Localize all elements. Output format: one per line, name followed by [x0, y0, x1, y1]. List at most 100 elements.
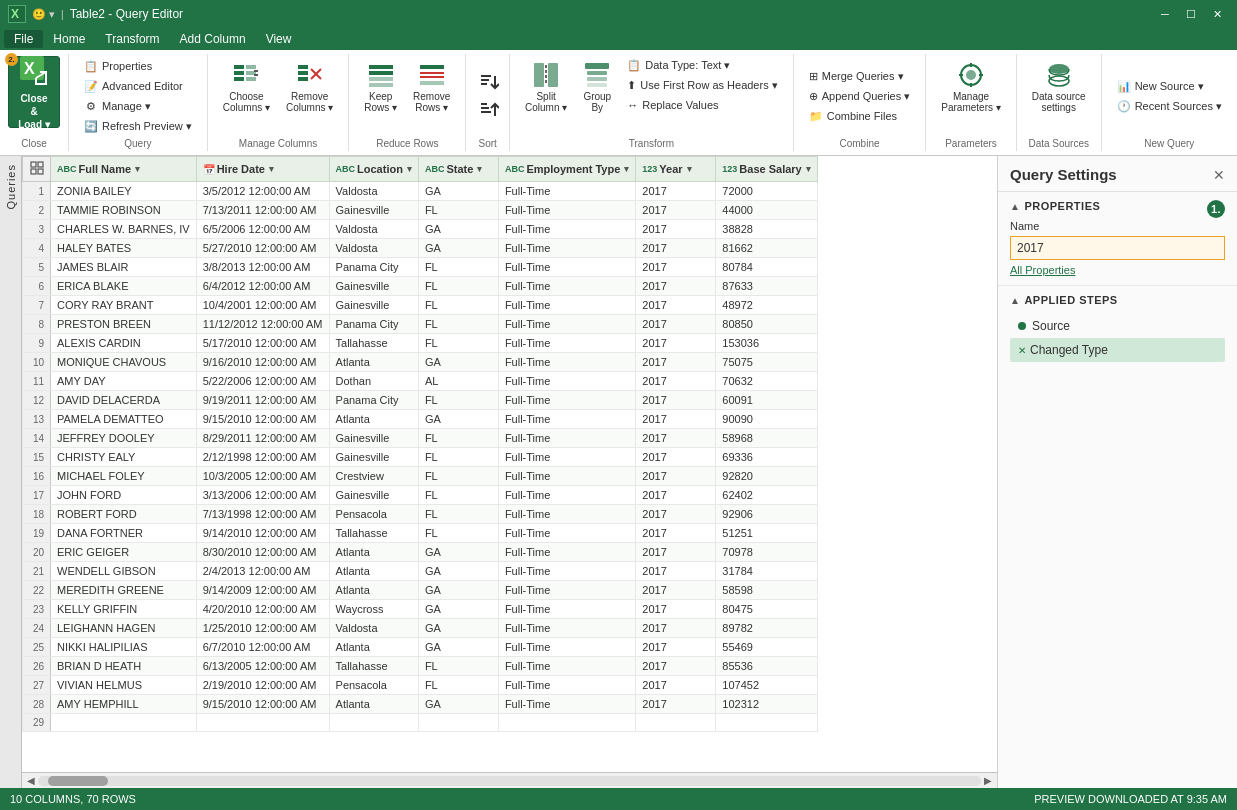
table-cell — [498, 714, 635, 732]
table-row[interactable]: 17JOHN FORD3/13/2006 12:00:00 AMGainesvi… — [23, 486, 818, 505]
col-header-employment-type[interactable]: ABC Employment Type ▾ — [498, 157, 635, 182]
table-row[interactable]: 21WENDELL GIBSON2/4/2013 12:00:00 AMAtla… — [23, 562, 818, 581]
table-row[interactable]: 5JAMES BLAIR3/8/2013 12:00:00 AMPanama C… — [23, 258, 818, 277]
combine-files-button[interactable]: 📁 Combine Files — [802, 107, 904, 126]
col-header-state[interactable]: ABC State ▾ — [418, 157, 498, 182]
table-row[interactable]: 24LEIGHANN HAGEN1/25/2010 12:00:00 AMVal… — [23, 619, 818, 638]
location-sort[interactable]: ▾ — [407, 164, 412, 174]
col-header-hire-date[interactable]: 📅 Hire Date ▾ — [196, 157, 329, 182]
table-row[interactable]: 1ZONIA BAILEY3/5/2012 12:00:00 AMValdost… — [23, 182, 818, 201]
remove-columns-button[interactable]: RemoveColumns ▾ — [279, 56, 340, 118]
salary-sort[interactable]: ▾ — [806, 164, 811, 174]
qs-close-button[interactable]: ✕ — [1213, 167, 1225, 183]
col-header-base-salary[interactable]: 123 Base Salary ▾ — [716, 157, 817, 182]
scrollbar-track[interactable] — [38, 776, 981, 786]
all-properties-link[interactable]: All Properties — [1010, 264, 1075, 276]
table-row[interactable]: 4HALEY BATES5/27/2010 12:00:00 AMValdost… — [23, 239, 818, 258]
scroll-left-arrow[interactable]: ◀ — [24, 774, 38, 788]
maximize-button[interactable]: ☐ — [1179, 4, 1203, 24]
table-row[interactable]: 14JEFFREY DOOLEY8/29/2011 12:00:00 AMGai… — [23, 429, 818, 448]
col-header-location[interactable]: ABC Location ▾ — [329, 157, 418, 182]
table-cell: 6/13/2005 12:00:00 AM — [196, 657, 329, 676]
recent-sources-button[interactable]: 🕐 Recent Sources ▾ — [1110, 97, 1229, 116]
advanced-editor-button[interactable]: 📝 Advanced Editor — [77, 76, 190, 96]
keep-rows-button[interactable]: KeepRows ▾ — [357, 56, 404, 118]
first-row-headers-button[interactable]: ⬆ Use First Row as Headers ▾ — [620, 76, 784, 95]
table-row[interactable]: 6ERICA BLAKE6/4/2012 12:00:00 AMGainesvi… — [23, 277, 818, 296]
table-row[interactable]: 8PRESTON BREEN11/12/2012 12:00:00 AMPana… — [23, 315, 818, 334]
step-delete-icon[interactable]: ✕ — [1018, 345, 1026, 356]
data-source-settings-button[interactable]: Data sourcesettings — [1025, 56, 1093, 118]
new-source-button[interactable]: 📊 New Source ▾ — [1110, 77, 1211, 96]
table-row[interactable]: 11AMY DAY5/22/2006 12:00:00 AMDothanALFu… — [23, 372, 818, 391]
menu-item-add-column[interactable]: Add Column — [170, 30, 256, 48]
table-row[interactable]: 18ROBERT FORD7/13/1998 12:00:00 AMPensac… — [23, 505, 818, 524]
table-row[interactable]: 28AMY HEMPHILL9/15/2010 12:00:00 AMAtlan… — [23, 695, 818, 714]
properties-toggle[interactable]: ▲ — [1010, 201, 1020, 212]
table-row[interactable]: 7CORY RAY BRANT10/4/2001 12:00:00 AMGain… — [23, 296, 818, 315]
merge-queries-button[interactable]: ⊞ Merge Queries ▾ — [802, 67, 911, 86]
full-name-sort[interactable]: ▾ — [135, 164, 140, 174]
table-cell: MEREDITH GREENE — [51, 581, 197, 600]
table-row[interactable]: 13PAMELA DEMATTEO9/15/2010 12:00:00 AMAt… — [23, 410, 818, 429]
refresh-preview-button[interactable]: 🔄 Refresh Preview ▾ — [77, 116, 199, 136]
table-row[interactable]: 20ERIC GEIGER8/30/2010 12:00:00 AMAtlant… — [23, 543, 818, 562]
merge-label: Merge Queries ▾ — [822, 70, 904, 83]
append-queries-button[interactable]: ⊕ Append Queries ▾ — [802, 87, 918, 106]
svg-rect-49 — [38, 162, 43, 167]
emp-type-sort[interactable]: ▾ — [624, 164, 629, 174]
manage-button[interactable]: ⚙ Manage ▾ — [77, 96, 158, 116]
table-cell: 2017 — [636, 201, 716, 220]
table-row[interactable]: 26BRIAN D HEATH6/13/2005 12:00:00 AMTall… — [23, 657, 818, 676]
table-cell: 9/14/2009 12:00:00 AM — [196, 581, 329, 600]
table-row[interactable]: 23KELLY GRIFFIN4/20/2010 12:00:00 AMWayc… — [23, 600, 818, 619]
sort-asc-button[interactable] — [474, 69, 504, 95]
col-header-full-name[interactable]: ABC Full Name ▾ — [51, 157, 197, 182]
table-row[interactable]: 19DANA FORTNER9/14/2010 12:00:00 AMTalla… — [23, 524, 818, 543]
menu-item-file[interactable]: File — [4, 30, 43, 48]
step-source[interactable]: Source — [1010, 314, 1225, 338]
remove-rows-button[interactable]: RemoveRows ▾ — [406, 56, 457, 118]
replace-values-button[interactable]: ↔ Replace Values — [620, 96, 784, 114]
expand-col-header[interactable] — [23, 157, 51, 182]
table-row[interactable]: 3CHARLES W. BARNES, IV6/5/2006 12:00:00 … — [23, 220, 818, 239]
scrollbar-thumb[interactable] — [48, 776, 108, 786]
scroll-right-arrow[interactable]: ▶ — [981, 774, 995, 788]
menu-item-transform[interactable]: Transform — [95, 30, 169, 48]
split-column-button[interactable]: SplitColumn ▾ — [518, 56, 574, 118]
row-num-cell: 13 — [23, 410, 51, 429]
year-sort[interactable]: ▾ — [687, 164, 692, 174]
table-row[interactable]: 10MONIQUE CHAVOUS9/16/2010 12:00:00 AMAt… — [23, 353, 818, 372]
table-row[interactable]: 27VIVIAN HELMUS2/19/2010 12:00:00 AMPens… — [23, 676, 818, 695]
table-row[interactable]: 25NIKKI HALIPILIAS6/7/2010 12:00:00 AMAt… — [23, 638, 818, 657]
group-by-button[interactable]: GroupBy — [576, 56, 618, 118]
manage-parameters-button[interactable]: ManageParameters ▾ — [934, 56, 1007, 118]
query-name-input[interactable] — [1010, 236, 1225, 260]
applied-steps-toggle[interactable]: ▲ — [1010, 295, 1020, 306]
table-row[interactable]: 9ALEXIS CARDIN5/17/2010 12:00:00 AMTalla… — [23, 334, 818, 353]
step-changed-type[interactable]: ✕ Changed Type — [1010, 338, 1225, 362]
table-row[interactable]: 12DAVID DELACERDA9/19/2011 12:00:00 AMPa… — [23, 391, 818, 410]
table-row[interactable]: 15CHRISTY EALY2/12/1998 12:00:00 AMGaine… — [23, 448, 818, 467]
horizontal-scrollbar[interactable]: ◀ ▶ — [22, 772, 997, 788]
choose-columns-button[interactable]: ChooseColumns ▾ — [216, 56, 277, 118]
table-row[interactable]: 2TAMMIE ROBINSON7/13/2011 12:00:00 AMGai… — [23, 201, 818, 220]
hire-date-sort[interactable]: ▾ — [269, 164, 274, 174]
properties-button[interactable]: 📋 Properties — [77, 56, 159, 76]
menu-item-home[interactable]: Home — [43, 30, 95, 48]
table-cell: Full-Time — [498, 391, 635, 410]
menu-item-view[interactable]: View — [256, 30, 302, 48]
sort-desc-button[interactable] — [474, 97, 504, 123]
data-type-button[interactable]: 📋 Data Type: Text ▾ — [620, 56, 784, 75]
close-load-button[interactable]: X Close &Load ▾ 2. — [8, 56, 60, 128]
col-header-year[interactable]: 123 Year ▾ — [636, 157, 716, 182]
minimize-button[interactable]: ─ — [1153, 4, 1177, 24]
table-row[interactable]: 29 — [23, 714, 818, 732]
table-row[interactable]: 22MEREDITH GREENE9/14/2009 12:00:00 AMAt… — [23, 581, 818, 600]
table-row[interactable]: 16MICHAEL FOLEY10/3/2005 12:00:00 AMCres… — [23, 467, 818, 486]
state-sort[interactable]: ▾ — [477, 164, 482, 174]
queries-sidebar[interactable]: Queries — [0, 156, 22, 788]
table-container[interactable]: ABC Full Name ▾ 📅 Hire Date ▾ — [22, 156, 997, 772]
close-window-button[interactable]: ✕ — [1205, 4, 1229, 24]
title-bar-controls[interactable]: ─ ☐ ✕ — [1153, 4, 1229, 24]
